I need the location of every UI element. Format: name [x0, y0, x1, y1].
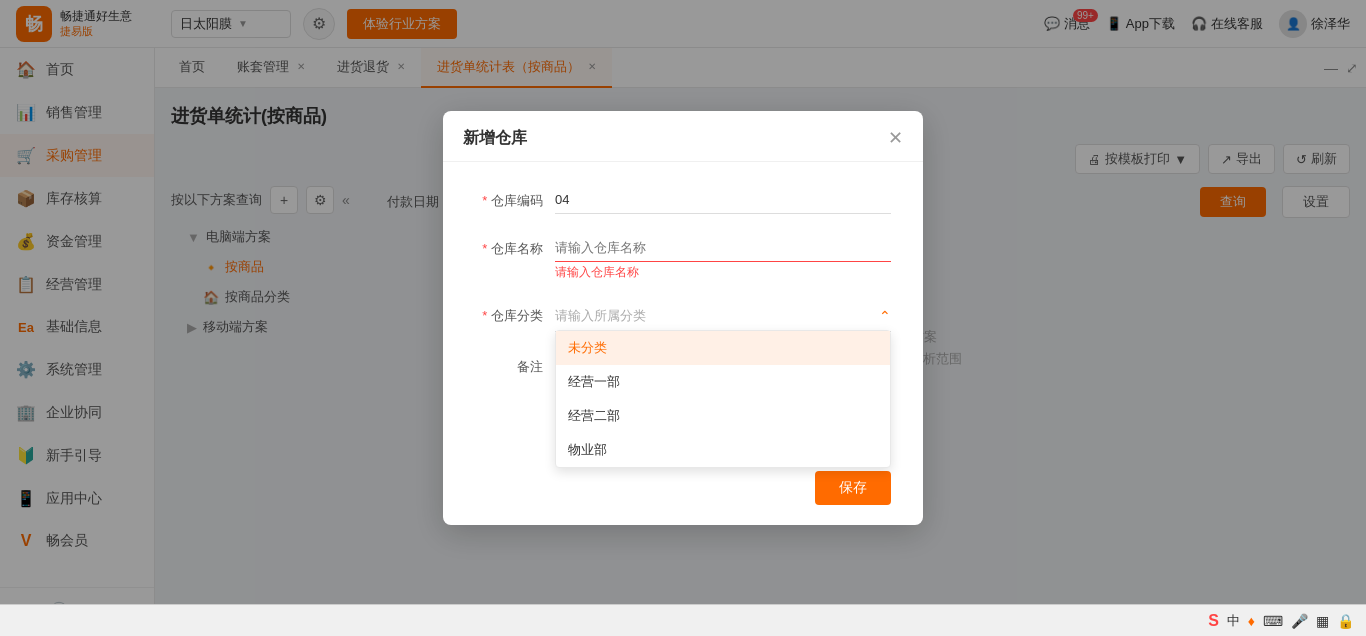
dropdown-item-property[interactable]: 物业部: [556, 433, 890, 467]
taskbar: S 中 ♦ ⌨ 🎤 ▦ 🔒: [0, 604, 1366, 636]
taskbar-dot-icon: ♦: [1248, 613, 1255, 629]
dialog-footer: 保存: [443, 459, 923, 525]
dialog-header: 新增仓库 ✕: [443, 111, 923, 162]
name-error-msg: 请输入仓库名称: [555, 264, 891, 281]
warehouse-name-row: * 仓库名称 请输入仓库名称: [475, 234, 891, 281]
category-dropdown: 未分类 经营一部 经营二部 物业部: [555, 330, 891, 468]
dropdown-item-ops2[interactable]: 经营二部: [556, 399, 890, 433]
code-field: [555, 186, 891, 214]
warehouse-code-input[interactable]: [555, 186, 891, 214]
note-label: 备注: [475, 352, 555, 376]
category-required-icon: *: [482, 308, 487, 323]
modal-overlay[interactable]: 新增仓库 ✕ * 仓库编码 * 仓库名称: [0, 0, 1366, 636]
name-field: 请输入仓库名称: [555, 234, 891, 281]
category-field: 请输入所属分类 ⌃: [555, 301, 891, 332]
save-button[interactable]: 保存: [815, 471, 891, 505]
taskbar-lock-icon[interactable]: 🔒: [1337, 613, 1354, 629]
code-required-icon: *: [482, 193, 487, 208]
category-arrow-icon: ⌃: [879, 308, 891, 324]
warehouse-code-row: * 仓库编码: [475, 186, 891, 214]
category-label: * 仓库分类: [475, 301, 555, 325]
taskbar-grid-icon[interactable]: ▦: [1316, 613, 1329, 629]
dialog-body: * 仓库编码 * 仓库名称 请输入仓库名称: [443, 162, 923, 459]
new-warehouse-dialog: 新增仓库 ✕ * 仓库编码 * 仓库名称: [443, 111, 923, 525]
dropdown-item-uncategorized[interactable]: 未分类: [556, 331, 890, 365]
warehouse-category-row: * 仓库分类 请输入所属分类 ⌃ 未分类 经营一部 经营二部 物业部: [475, 301, 891, 332]
name-required-icon: *: [482, 241, 487, 256]
dropdown-item-ops1[interactable]: 经营一部: [556, 365, 890, 399]
dialog-close-button[interactable]: ✕: [888, 127, 903, 149]
dialog-title: 新增仓库: [463, 128, 527, 149]
category-placeholder: 请输入所属分类: [555, 307, 646, 325]
name-label: * 仓库名称: [475, 234, 555, 258]
code-label: * 仓库编码: [475, 186, 555, 210]
taskbar-s-icon: S: [1208, 612, 1219, 630]
warehouse-name-input[interactable]: [555, 234, 891, 262]
category-select[interactable]: 请输入所属分类 ⌃: [555, 301, 891, 332]
taskbar-mic-icon[interactable]: 🎤: [1291, 613, 1308, 629]
taskbar-lang-icon[interactable]: 中: [1227, 612, 1240, 630]
taskbar-keyboard-icon[interactable]: ⌨: [1263, 613, 1283, 629]
